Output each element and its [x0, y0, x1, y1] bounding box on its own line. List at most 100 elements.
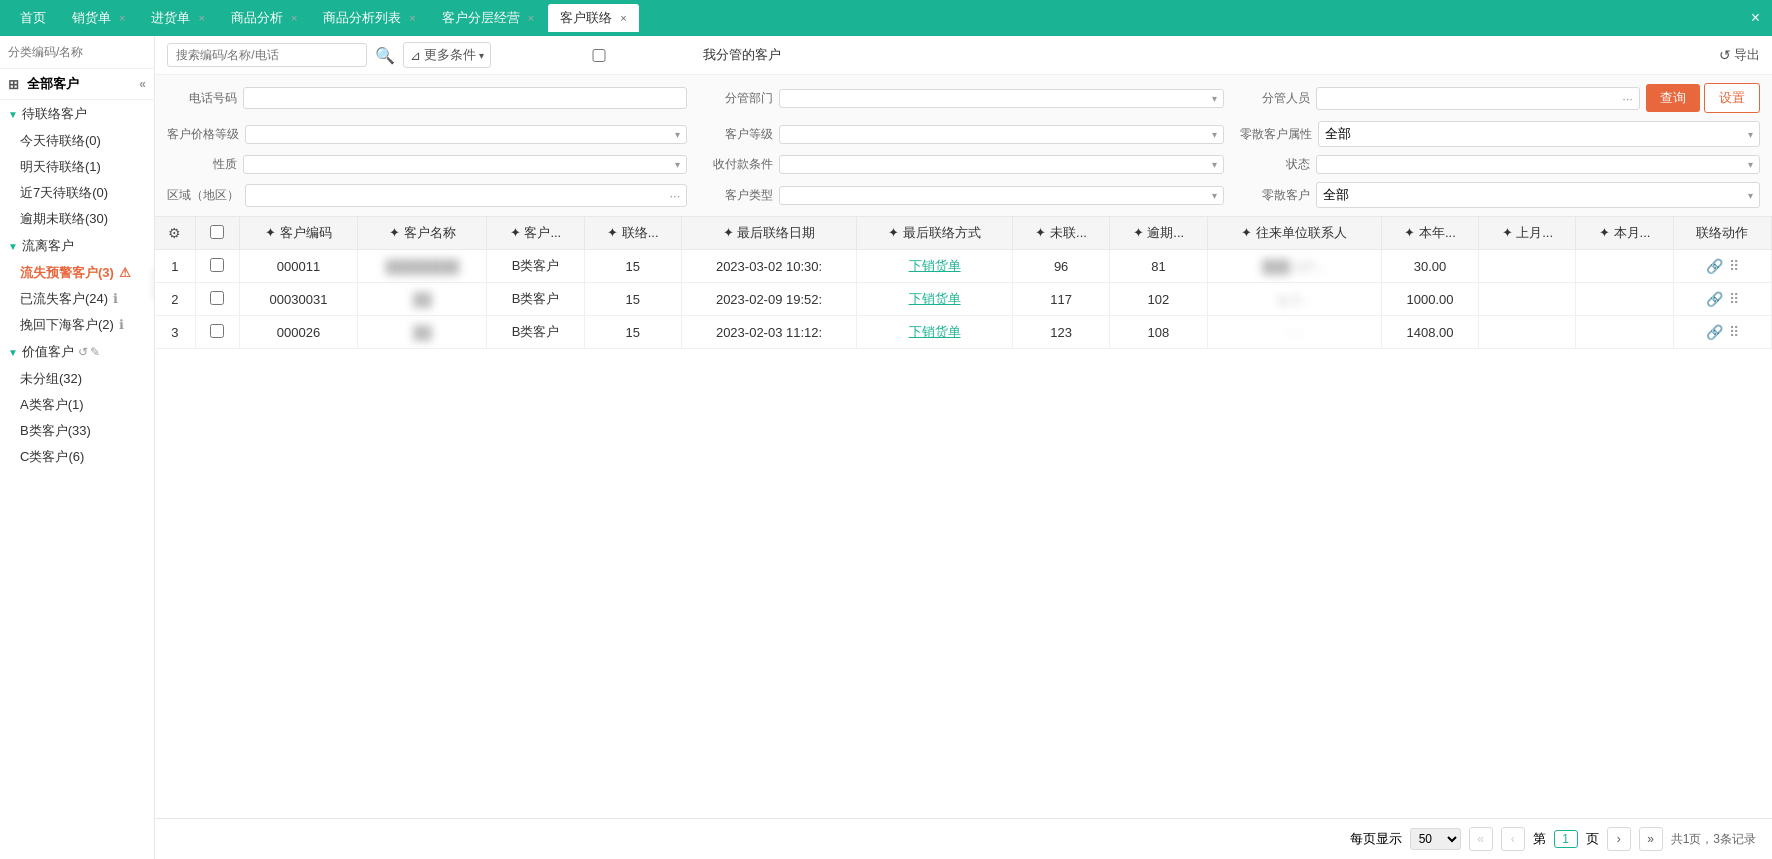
- th-name[interactable]: ✦ 客户名称: [358, 217, 487, 250]
- cell-last-date: 2023-02-09 19:52:: [681, 283, 856, 316]
- more-conditions-btn[interactable]: ⊿ 更多条件 ▾: [403, 42, 491, 68]
- group-value-refresh-icon[interactable]: ↺: [78, 345, 88, 359]
- cell-index: 1: [155, 250, 195, 283]
- query-btn[interactable]: 查询: [1646, 84, 1700, 112]
- tab-home[interactable]: 首页: [8, 4, 58, 32]
- group-value[interactable]: ▼ 价值客户 ↺ ✎: [0, 338, 154, 366]
- last-way-link[interactable]: 下销货单: [909, 324, 961, 339]
- table-header-row: ⚙ ✦ 客户编码 ✦ 客户名称 ✦ 客户... ✦ 联络... ✦ 最后联络日期…: [155, 217, 1772, 250]
- link-icon[interactable]: 🔗: [1706, 324, 1723, 340]
- tab-customer-link[interactable]: 客户联络 ×: [548, 4, 638, 32]
- my-customers-label[interactable]: 我分管的客户: [499, 46, 781, 64]
- sidebar-item-class-a[interactable]: A类客户(1): [0, 392, 154, 418]
- filter-row-retail-attr: 零散客户属性 全部 ▾: [1240, 121, 1760, 147]
- th-contacts-person[interactable]: ✦ 往来单位联系人: [1207, 217, 1381, 250]
- tab-sales-close[interactable]: ×: [119, 12, 125, 24]
- select-all-checkbox[interactable]: [210, 225, 224, 239]
- th-last-date[interactable]: ✦ 最后联络日期: [681, 217, 856, 250]
- tab-analysis-list[interactable]: 商品分析列表 ×: [311, 4, 427, 32]
- link-icon[interactable]: 🔗: [1706, 258, 1723, 274]
- sidebar-item-retain[interactable]: 挽回下海客户(2) ℹ: [0, 312, 154, 338]
- cell-last-way[interactable]: 下销货单: [857, 250, 1013, 283]
- th-this-month[interactable]: ✦ 本月...: [1576, 217, 1673, 250]
- th-this-year[interactable]: ✦ 本年...: [1381, 217, 1478, 250]
- th-overdue[interactable]: ✦ 逾期...: [1110, 217, 1207, 250]
- filter-row-manager: 分管人员 ··· 查询 设置: [1240, 83, 1760, 113]
- th-last-month[interactable]: ✦ 上月...: [1479, 217, 1576, 250]
- select-price-level[interactable]: ▾: [245, 125, 687, 144]
- select-nature[interactable]: ▾: [243, 155, 687, 174]
- tab-analysis-close[interactable]: ×: [291, 12, 297, 24]
- group-value-edit-icon[interactable]: ✎: [90, 345, 100, 359]
- tab-analysis[interactable]: 商品分析 ×: [219, 4, 309, 32]
- sidebar-item-already-churn[interactable]: 已流失客户(24) ℹ: [0, 286, 154, 312]
- row-checkbox[interactable]: [210, 291, 224, 305]
- th-grade[interactable]: ✦ 客户...: [487, 217, 584, 250]
- select-payment[interactable]: ▾: [779, 155, 1223, 174]
- sidebar-item-class-b[interactable]: B类客户(33): [0, 418, 154, 444]
- current-page[interactable]: 1: [1554, 830, 1578, 848]
- select-type[interactable]: ▾: [779, 186, 1223, 205]
- next-page-btn[interactable]: ›: [1607, 827, 1631, 851]
- my-customers-checkbox[interactable]: [499, 49, 699, 62]
- more-icon[interactable]: ⠿: [1729, 258, 1739, 274]
- select-retail[interactable]: 全部 ▾: [1316, 182, 1760, 208]
- group-pending-contact[interactable]: ▼ 待联络客户: [0, 100, 154, 128]
- cell-name: ██: [358, 316, 487, 349]
- more-icon[interactable]: ⠿: [1729, 291, 1739, 307]
- first-page-btn[interactable]: «: [1469, 827, 1493, 851]
- search-input[interactable]: [167, 43, 367, 67]
- sidebar-search-input[interactable]: [8, 45, 155, 59]
- th-last-date-label: ✦ 最后联络日期: [723, 225, 816, 240]
- select-grade[interactable]: ▾: [779, 125, 1223, 144]
- sidebar-item-today[interactable]: 今天待联络(0): [0, 128, 154, 154]
- filter-row-grade: 客户等级 ▾: [703, 121, 1223, 147]
- sidebar-item-week[interactable]: 近7天待联络(0): [0, 180, 154, 206]
- settings-btn[interactable]: 设置: [1704, 83, 1760, 113]
- th-last-way[interactable]: ✦ 最后联络方式: [857, 217, 1013, 250]
- window-close-btn[interactable]: ×: [1747, 5, 1764, 31]
- select-status[interactable]: ▾: [1316, 155, 1760, 174]
- tab-sales[interactable]: 销货单 ×: [60, 4, 137, 32]
- th-code[interactable]: ✦ 客户编码: [239, 217, 358, 250]
- last-page-btn[interactable]: »: [1639, 827, 1663, 851]
- sidebar-item-tomorrow[interactable]: 明天待联络(1): [0, 154, 154, 180]
- last-way-link[interactable]: 下销货单: [909, 291, 961, 306]
- select-manager[interactable]: ···: [1316, 87, 1640, 110]
- th-overdue-label: ✦ 逾期...: [1133, 225, 1184, 240]
- th-no-contact[interactable]: ✦ 未联...: [1012, 217, 1109, 250]
- select-dept[interactable]: ▾: [779, 89, 1223, 108]
- sidebar-item-churn-warn[interactable]: 流失预警客户(3) ⚠: [0, 260, 154, 286]
- group-arrow-down: ▼: [8, 109, 18, 120]
- tab-purchase-close[interactable]: ×: [198, 12, 204, 24]
- prev-page-btn[interactable]: ‹: [1501, 827, 1525, 851]
- th-contact[interactable]: ✦ 联络...: [584, 217, 681, 250]
- sidebar-collapse-icon[interactable]: «: [139, 77, 146, 91]
- export-btn[interactable]: ↺ 导出: [1719, 46, 1760, 64]
- group-churn[interactable]: ▼ 流离客户: [0, 232, 154, 260]
- select-retail-attr[interactable]: 全部 ▾: [1318, 121, 1760, 147]
- tab-customer-link-close[interactable]: ×: [620, 12, 626, 24]
- row-checkbox[interactable]: [210, 258, 224, 272]
- last-way-link[interactable]: 下销货单: [909, 258, 961, 273]
- search-icon[interactable]: 🔍: [375, 46, 395, 65]
- tab-customer-segment[interactable]: 客户分层经营 ×: [430, 4, 546, 32]
- sidebar-all-customers[interactable]: ⊞ 全部客户 «: [0, 69, 154, 100]
- sidebar-item-class-c[interactable]: C类客户(6): [0, 444, 154, 470]
- cell-last-way[interactable]: 下销货单: [857, 316, 1013, 349]
- tab-purchase[interactable]: 进货单 ×: [139, 4, 216, 32]
- col-settings-icon[interactable]: ⚙: [168, 225, 181, 241]
- tab-analysis-list-close[interactable]: ×: [409, 12, 415, 24]
- page-size-select[interactable]: 50 100: [1410, 828, 1461, 850]
- row-checkbox[interactable]: [210, 324, 224, 338]
- more-icon[interactable]: ⠿: [1729, 324, 1739, 340]
- cell-last-way[interactable]: 下销货单: [857, 283, 1013, 316]
- input-phone[interactable]: [243, 87, 687, 109]
- sidebar-item-overdue[interactable]: 逾期未联络(30): [0, 206, 154, 232]
- sidebar-item-unsorted[interactable]: 未分组(32): [0, 366, 154, 392]
- link-icon[interactable]: 🔗: [1706, 291, 1723, 307]
- select-region[interactable]: ···: [245, 184, 687, 207]
- filter-row-type: 客户类型 ▾: [703, 182, 1223, 208]
- cell-action: 🔗 ⠿: [1673, 283, 1771, 316]
- tab-customer-segment-close[interactable]: ×: [528, 12, 534, 24]
